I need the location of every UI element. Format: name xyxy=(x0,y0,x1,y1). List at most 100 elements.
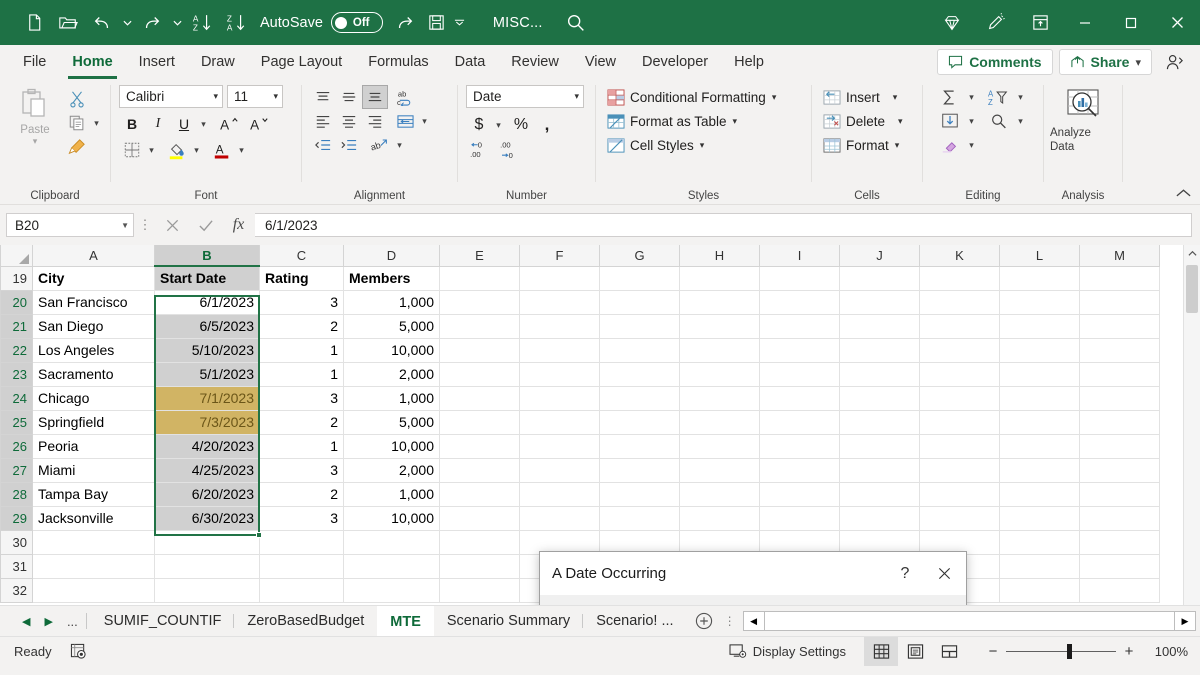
autosum-icon[interactable] xyxy=(935,85,965,109)
font-size-combo[interactable]: 11 ▾ xyxy=(227,85,283,108)
name-box[interactable]: B20 ▼ xyxy=(6,213,134,237)
cell-f28[interactable] xyxy=(520,482,600,506)
customize-quick-access-icon[interactable] xyxy=(453,8,467,38)
cell-b32[interactable] xyxy=(155,578,260,602)
cell-e29[interactable] xyxy=(440,506,520,530)
cell-d28[interactable]: 1,000 xyxy=(344,482,440,506)
cell-i29[interactable] xyxy=(760,506,840,530)
number-format-dropdown-icon[interactable]: ▾ xyxy=(570,91,579,102)
share-dropdown-icon[interactable]: ▾ xyxy=(1135,56,1141,69)
cancel-icon[interactable] xyxy=(156,212,189,238)
font-color-icon[interactable]: A xyxy=(209,138,235,162)
cell-c21[interactable]: 2 xyxy=(260,314,344,338)
cell-l26[interactable] xyxy=(1000,434,1080,458)
cell-l27[interactable] xyxy=(1000,458,1080,482)
zoom-level[interactable]: 100% xyxy=(1142,644,1188,659)
cell-h28[interactable] xyxy=(680,482,760,506)
page-layout-view-button[interactable] xyxy=(898,637,932,666)
cell-c22[interactable]: 1 xyxy=(260,338,344,362)
close-icon[interactable] xyxy=(922,552,966,595)
cell-g26[interactable] xyxy=(600,434,680,458)
cell-i23[interactable] xyxy=(760,362,840,386)
repeat-icon[interactable] xyxy=(389,8,421,38)
cell-f19[interactable] xyxy=(520,266,600,290)
scroll-right-button[interactable]: ▶ xyxy=(1174,611,1196,631)
cell-e24[interactable] xyxy=(440,386,520,410)
borders-icon[interactable] xyxy=(119,138,145,162)
analyze-data-button[interactable]: Analyze Data xyxy=(1050,85,1116,154)
cell-i26[interactable] xyxy=(760,434,840,458)
fill-dropdown-icon[interactable]: ▾ xyxy=(965,109,978,133)
align-center-icon[interactable] xyxy=(336,109,362,133)
cell-h20[interactable] xyxy=(680,290,760,314)
cell-g28[interactable] xyxy=(600,482,680,506)
cell-g24[interactable] xyxy=(600,386,680,410)
cell-e26[interactable] xyxy=(440,434,520,458)
cell-g19[interactable] xyxy=(600,266,680,290)
cell-d29[interactable]: 10,000 xyxy=(344,506,440,530)
cell-d21[interactable]: 5,000 xyxy=(344,314,440,338)
row-header-31[interactable]: 31 xyxy=(1,554,33,578)
row-header-23[interactable]: 23 xyxy=(1,362,33,386)
cell-a20[interactable]: San Francisco xyxy=(33,290,155,314)
cell-b20[interactable]: 6/1/2023 xyxy=(155,290,260,314)
column-header-k[interactable]: K xyxy=(920,245,1000,266)
cell-h24[interactable] xyxy=(680,386,760,410)
sort-descending-icon[interactable]: ZA xyxy=(220,8,252,38)
row-header-22[interactable]: 22 xyxy=(1,338,33,362)
cell-e23[interactable] xyxy=(440,362,520,386)
cell-a26[interactable]: Peoria xyxy=(33,434,155,458)
fill-color-icon[interactable] xyxy=(164,138,190,162)
column-header-f[interactable]: F xyxy=(520,245,600,266)
cell-l24[interactable] xyxy=(1000,386,1080,410)
orientation-dropdown-icon[interactable]: ▾ xyxy=(393,133,406,157)
column-header-d[interactable]: D xyxy=(344,245,440,266)
cell-h26[interactable] xyxy=(680,434,760,458)
row-header-27[interactable]: 27 xyxy=(1,458,33,482)
comments-button[interactable]: Comments xyxy=(937,49,1052,75)
cell-m30[interactable] xyxy=(1080,530,1160,554)
cell-f24[interactable] xyxy=(520,386,600,410)
cell-b21[interactable]: 6/5/2023 xyxy=(155,314,260,338)
cell-k19[interactable] xyxy=(920,266,1000,290)
increase-indent-icon[interactable] xyxy=(336,133,362,157)
new-file-icon[interactable] xyxy=(18,8,50,38)
align-top-icon[interactable] xyxy=(310,85,336,109)
cell-l22[interactable] xyxy=(1000,338,1080,362)
borders-dropdown-icon[interactable]: ▾ xyxy=(145,138,158,162)
cell-c23[interactable]: 1 xyxy=(260,362,344,386)
font-name-dropdown-icon[interactable]: ▾ xyxy=(209,91,218,102)
scroll-left-button[interactable]: ◀ xyxy=(743,611,765,631)
currency-dropdown-icon[interactable]: ▾ xyxy=(492,113,505,137)
sheet-tab-scenario-summary[interactable]: Scenario Summary xyxy=(434,606,583,636)
row-header-28[interactable]: 28 xyxy=(1,482,33,506)
format-cells-dropdown-icon[interactable]: ▾ xyxy=(895,140,900,151)
row-header-25[interactable]: 25 xyxy=(1,410,33,434)
zoom-out-button[interactable]: − xyxy=(980,643,1006,660)
increase-decimal-icon[interactable]: 0.00 xyxy=(466,137,496,161)
format-as-table-dropdown-icon[interactable]: ▾ xyxy=(733,116,738,127)
comma-style-button[interactable]: , xyxy=(534,113,560,137)
font-color-dropdown-icon[interactable]: ▾ xyxy=(235,138,248,162)
horizontal-scrollbar-track[interactable] xyxy=(765,611,1174,631)
cell-h19[interactable] xyxy=(680,266,760,290)
formula-bar-grip[interactable]: ⋮ xyxy=(134,217,156,233)
autosave-control[interactable]: AutoSave Off xyxy=(260,12,383,33)
redo-dropdown-icon[interactable] xyxy=(170,8,184,38)
cell-l21[interactable] xyxy=(1000,314,1080,338)
cell-a28[interactable]: Tampa Bay xyxy=(33,482,155,506)
cell-f29[interactable] xyxy=(520,506,600,530)
cell-e19[interactable] xyxy=(440,266,520,290)
sort-ascending-icon[interactable]: AZ xyxy=(186,8,218,38)
cell-b25[interactable]: 7/3/2023 xyxy=(155,410,260,434)
close-button[interactable] xyxy=(1154,0,1200,45)
column-header-c[interactable]: C xyxy=(260,245,344,266)
search-icon[interactable] xyxy=(565,12,587,34)
cell-m23[interactable] xyxy=(1080,362,1160,386)
cell-d26[interactable]: 10,000 xyxy=(344,434,440,458)
cell-a25[interactable]: Springfield xyxy=(33,410,155,434)
record-macro-icon[interactable] xyxy=(70,643,87,659)
cell-a32[interactable] xyxy=(33,578,155,602)
row-header-32[interactable]: 32 xyxy=(1,578,33,602)
add-sheet-button[interactable] xyxy=(687,606,721,636)
